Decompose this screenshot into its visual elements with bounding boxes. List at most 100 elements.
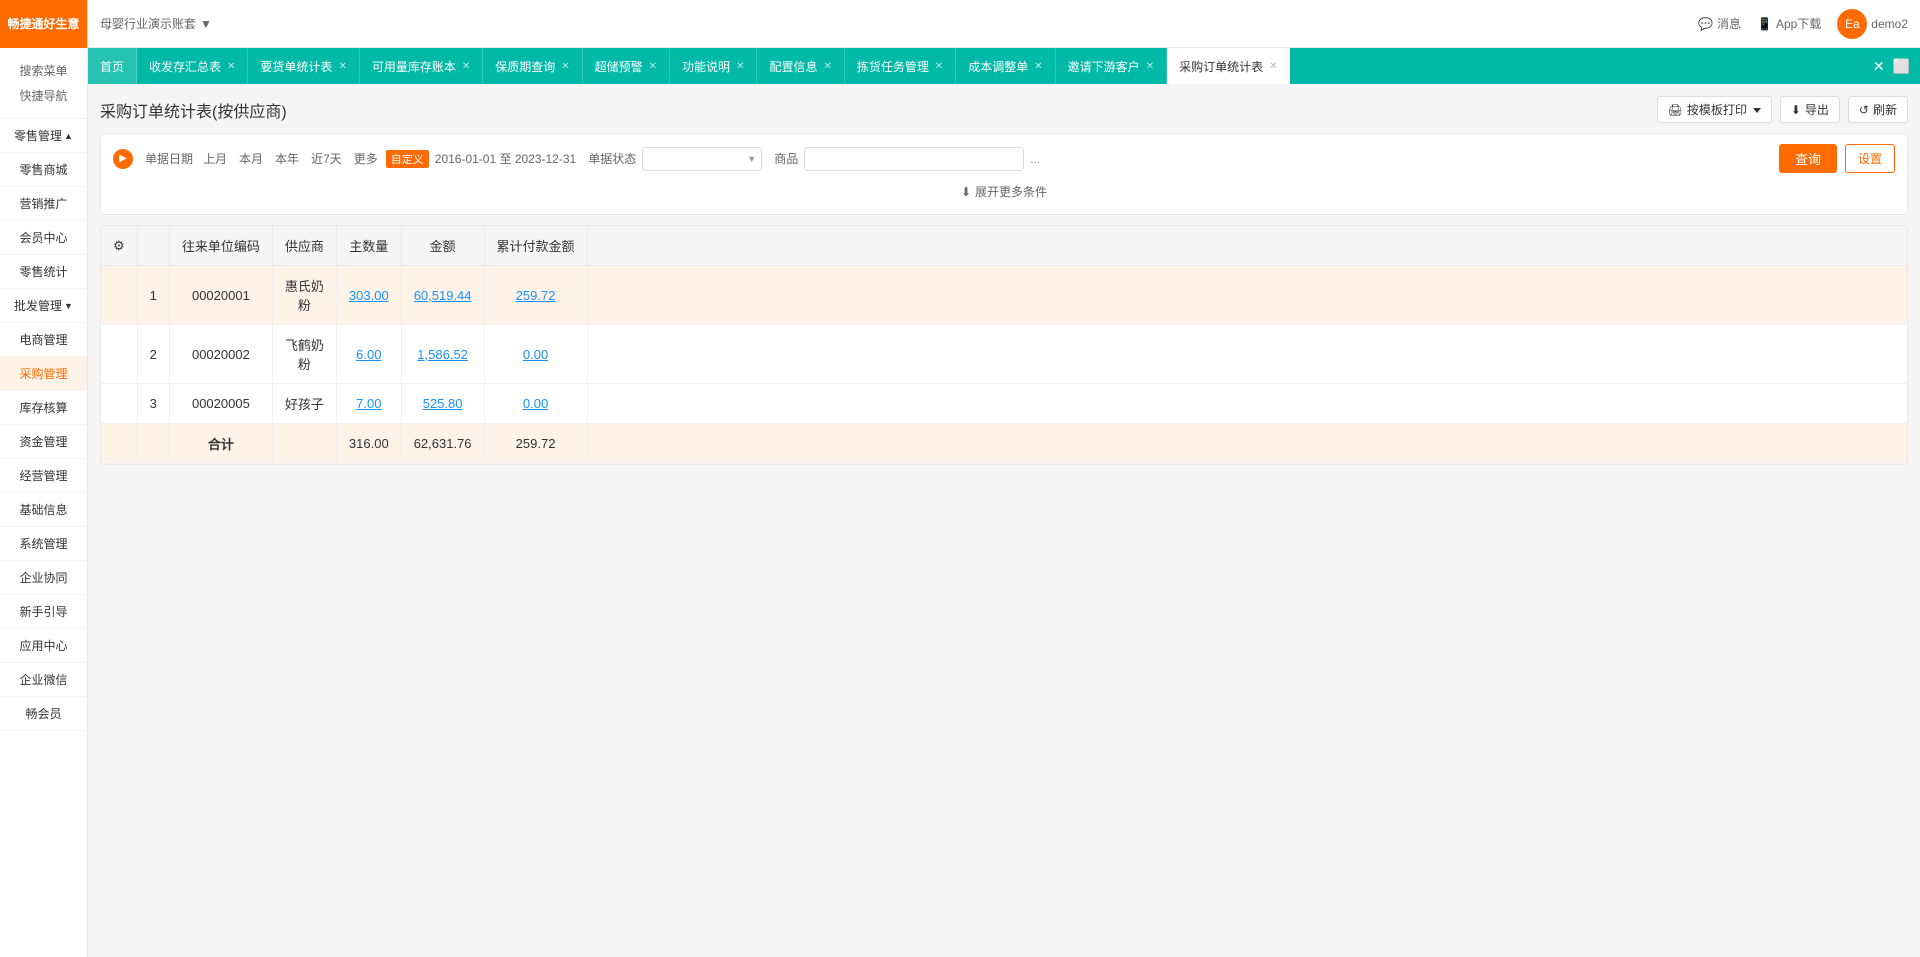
sidebar-item-purchase[interactable]: 采购管理: [0, 357, 87, 391]
tab-picking-task[interactable]: 拣货任务管理 ✕: [845, 48, 956, 84]
sidebar-item-finance[interactable]: 资金管理: [0, 425, 87, 459]
sidebar-item-member[interactable]: 会员中心: [0, 221, 87, 255]
tab-cost-adjust[interactable]: 成本调整单 ✕: [956, 48, 1055, 84]
tab-close-all-button[interactable]: ✕: [1871, 56, 1887, 77]
refresh-icon: ↺: [1859, 103, 1869, 117]
date-custom-tag[interactable]: 自定义: [386, 150, 429, 168]
print-button[interactable]: 🖨 按模板打印: [1657, 96, 1772, 123]
date-shortcut-this-year[interactable]: 本年: [271, 148, 303, 169]
sidebar-item-retail-shop[interactable]: 零售商城: [0, 153, 87, 187]
tab-invite-downstream[interactable]: 邀请下游客户 ✕: [1056, 48, 1167, 84]
print-icon: 🖨: [1668, 103, 1683, 117]
tab-close-icon[interactable]: ✕: [823, 61, 831, 72]
sidebar-item-app-center[interactable]: 应用中心: [0, 629, 87, 663]
table-row[interactable]: 3 00020005 好孩子 7.00 525.80 0.00: [101, 384, 1907, 424]
sidebar-item-ecommerce[interactable]: 电商管理: [0, 323, 87, 357]
tab-close-icon[interactable]: ✕: [338, 61, 346, 72]
breadcrumb-arrow-icon[interactable]: ▼: [200, 17, 212, 31]
sidebar-item-basic[interactable]: 基础信息: [0, 493, 87, 527]
tab-close-icon[interactable]: ✕: [736, 61, 744, 72]
td-supplier-name: 好孩子: [272, 384, 336, 424]
tab-close-icon[interactable]: ✕: [1146, 61, 1154, 72]
user-avatar[interactable]: Ea demo2: [1837, 9, 1908, 39]
quantity-link[interactable]: 6.00: [356, 347, 381, 362]
sidebar-item-retail[interactable]: 零售管理 ▲: [0, 119, 87, 153]
quantity-link[interactable]: 7.00: [356, 396, 381, 411]
th-amount: 金额: [401, 226, 484, 266]
sidebar-search-item[interactable]: 搜索菜单: [8, 58, 79, 83]
amount-link[interactable]: 1,586.52: [417, 347, 468, 362]
table-footer: 合计 316.00 62,631.76 259.72: [101, 424, 1907, 464]
message-button[interactable]: 💬 消息: [1698, 15, 1741, 32]
filter-collapse-button[interactable]: ▶: [113, 149, 133, 169]
tab-goods-stats[interactable]: 要货单统计表 ✕: [248, 48, 359, 84]
date-shortcut-more[interactable]: 更多: [350, 148, 382, 169]
tab-close-icon[interactable]: ✕: [227, 61, 235, 72]
sidebar-shortcut-item[interactable]: 快捷导航: [8, 83, 79, 108]
tab-config-info[interactable]: 配置信息 ✕: [757, 48, 844, 84]
goods-more-button[interactable]: ...: [1030, 152, 1040, 166]
filter-date-item: 单据日期 上月 本月 本年 近7天 更多 自定义 2016-01-01 至 20…: [145, 148, 576, 169]
table-row[interactable]: 1 00020001 惠氏奶粉 303.00 60,519.44 259.72: [101, 266, 1907, 325]
export-button[interactable]: ⬇ 导出: [1780, 96, 1840, 123]
refresh-button[interactable]: ↺ 刷新: [1848, 96, 1908, 123]
sidebar-item-guide[interactable]: 新手引导: [0, 595, 87, 629]
quantity-link[interactable]: 303.00: [349, 288, 389, 303]
sidebar-item-system[interactable]: 系统管理: [0, 527, 87, 561]
tab-purchase-stats[interactable]: 采购订单统计表 ✕: [1167, 48, 1290, 84]
header-actions: 🖨 按模板打印 ⬇ 导出 ↺ 刷新: [1657, 96, 1908, 123]
amount-link[interactable]: 525.80: [423, 396, 463, 411]
expand-more-button[interactable]: ⬇ 展开更多条件: [961, 183, 1047, 200]
date-shortcut-this-month[interactable]: 本月: [235, 148, 267, 169]
sidebar-item-wholesale[interactable]: 批发管理 ▼: [0, 289, 87, 323]
goods-input[interactable]: [804, 147, 1024, 171]
download-icon: 📱: [1757, 17, 1772, 31]
tab-close-icon[interactable]: ✕: [935, 61, 943, 72]
table-row[interactable]: 2 00020002 飞鹤奶粉 6.00 1,586.52 0.00: [101, 325, 1907, 384]
sidebar-item-retail-stats[interactable]: 零售统计: [0, 255, 87, 289]
footer-paid-amount: 259.72: [484, 424, 587, 464]
amount-link[interactable]: 60,519.44: [414, 288, 472, 303]
breadcrumb: 母婴行业演示账套 ▼: [100, 15, 1690, 32]
tab-close-icon[interactable]: ✕: [1034, 61, 1042, 72]
sidebar-item-wechat[interactable]: 企业微信: [0, 663, 87, 697]
date-shortcut-last-month[interactable]: 上月: [199, 148, 231, 169]
td-quantity: 303.00: [336, 266, 401, 325]
print-dropdown-icon: [1751, 103, 1761, 117]
status-select[interactable]: [642, 147, 762, 171]
tab-shelf-life[interactable]: 保质期查询 ✕: [483, 48, 582, 84]
date-shortcut-7days[interactable]: 近7天: [307, 148, 346, 169]
th-settings[interactable]: ⚙: [101, 226, 137, 266]
app-download-button[interactable]: 📱 App下载: [1757, 15, 1821, 32]
tab-close-icon[interactable]: ✕: [462, 61, 470, 72]
sidebar-item-operation[interactable]: 经营管理: [0, 459, 87, 493]
tab-usable-inventory[interactable]: 可用量库存账本 ✕: [360, 48, 483, 84]
tab-function-desc[interactable]: 功能说明 ✕: [670, 48, 757, 84]
sidebar-item-vip[interactable]: 畅会员: [0, 697, 87, 731]
tab-home[interactable]: 首页: [88, 48, 137, 84]
date-range-display: 2016-01-01 至 2023-12-31: [435, 150, 576, 167]
wholesale-arrow-icon: ▼: [64, 301, 73, 311]
sidebar-item-inventory[interactable]: 库存核算: [0, 391, 87, 425]
tab-close-icon[interactable]: ✕: [561, 61, 569, 72]
paid-link[interactable]: 0.00: [523, 347, 548, 362]
filter-settings-button[interactable]: 设置: [1845, 144, 1895, 173]
footer-index: [137, 424, 169, 464]
td-quantity: 7.00: [336, 384, 401, 424]
sidebar-item-enterprise[interactable]: 企业协同: [0, 561, 87, 595]
paid-link[interactable]: 259.72: [516, 288, 556, 303]
footer-settings: [101, 424, 137, 464]
filter-action-buttons: 查询 设置: [1779, 144, 1895, 173]
footer-quantity: 316.00: [336, 424, 401, 464]
table-body: 1 00020001 惠氏奶粉 303.00 60,519.44 259.72 …: [101, 266, 1907, 424]
date-shortcuts: 上月 本月 本年 近7天 更多 自定义: [199, 148, 429, 169]
td-extra: [587, 325, 1907, 384]
tab-close-active-icon[interactable]: ✕: [1269, 61, 1277, 72]
tab-receive-summary[interactable]: 收发存汇总表 ✕: [137, 48, 248, 84]
query-button[interactable]: 查询: [1779, 144, 1837, 173]
tab-maximize-button[interactable]: ⬜: [1891, 56, 1912, 77]
sidebar-item-marketing[interactable]: 营销推广: [0, 187, 87, 221]
tab-overstock-warning[interactable]: 超储预警 ✕: [583, 48, 670, 84]
tab-close-icon[interactable]: ✕: [649, 61, 657, 72]
paid-link[interactable]: 0.00: [523, 396, 548, 411]
